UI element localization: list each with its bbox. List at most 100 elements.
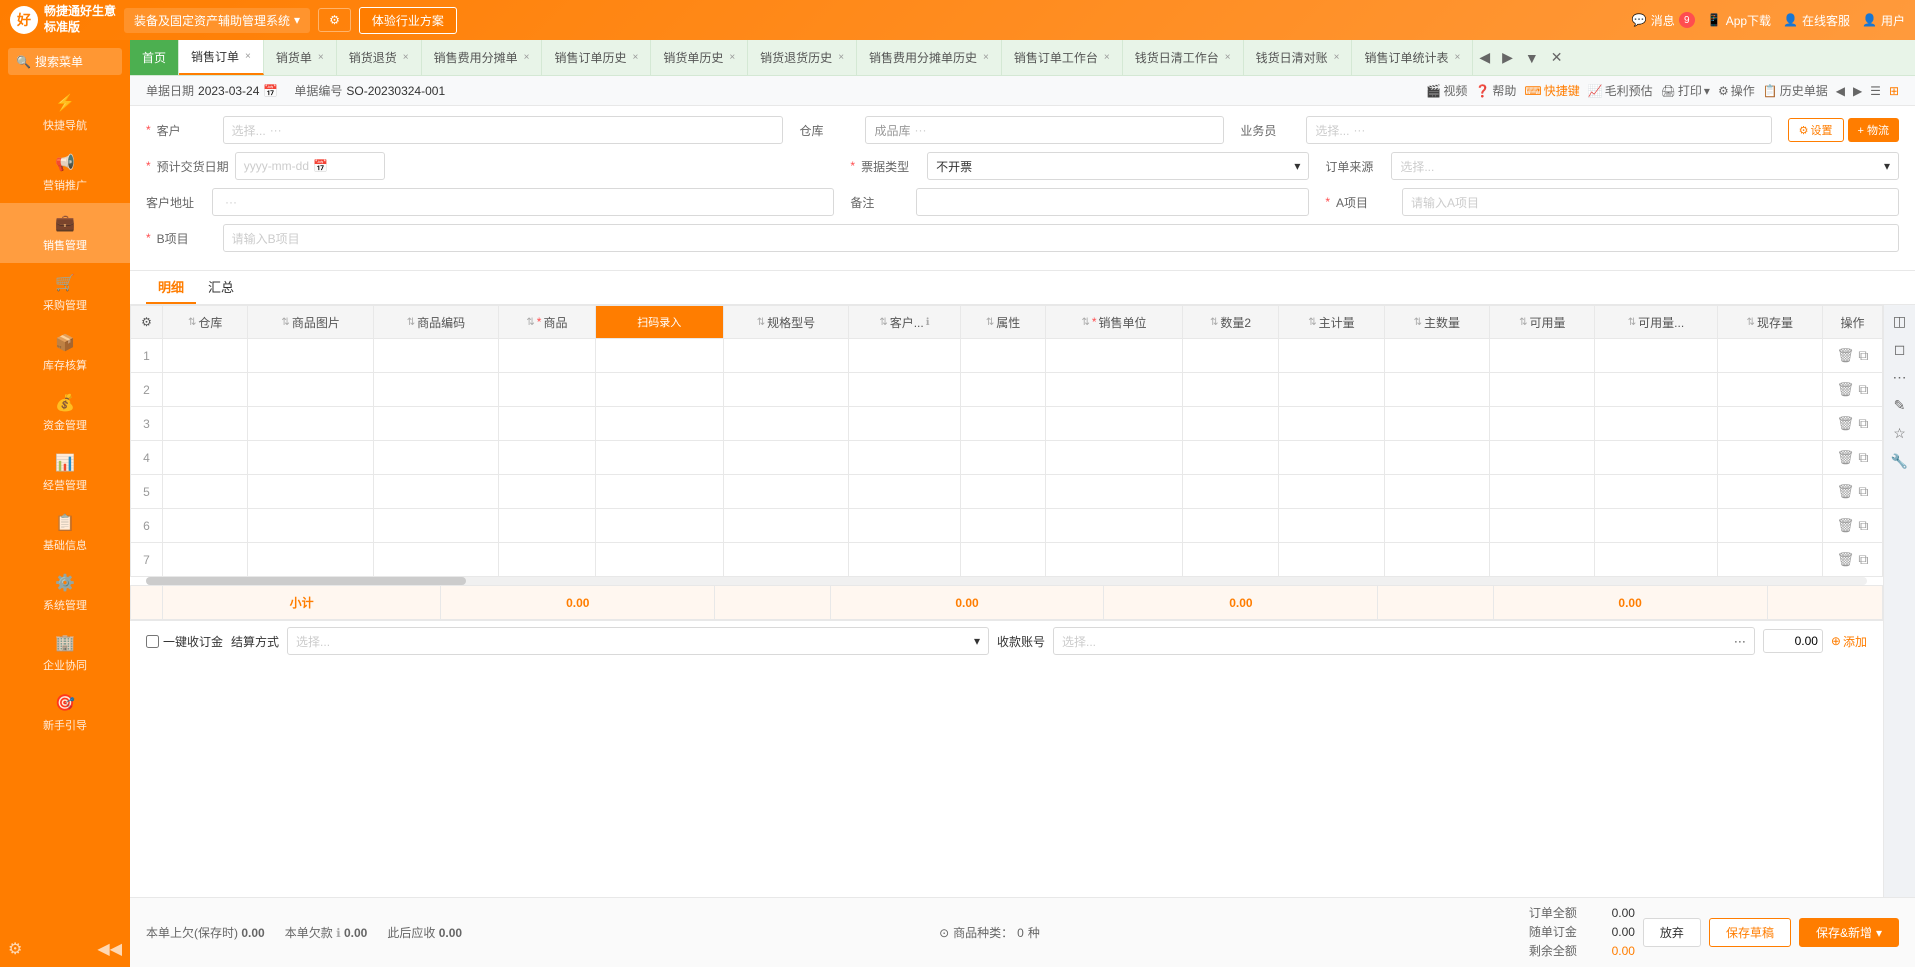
cell-main-unit[interactable] — [1279, 373, 1384, 407]
panel-icon-3[interactable]: ⋯ — [1888, 365, 1912, 389]
cell-product-image[interactable] — [248, 339, 373, 373]
tab-sales-return[interactable]: 销货单 × — [264, 40, 337, 75]
cell-main-qty[interactable] — [1384, 475, 1489, 509]
invoice-select[interactable]: 不开票 ▾ — [927, 152, 1309, 180]
panel-icon-4[interactable]: ✎ — [1888, 393, 1912, 417]
cell-spec[interactable] — [723, 475, 848, 509]
row-delete-btn[interactable]: 🗑 — [1837, 347, 1855, 364]
sidebar-item-guide[interactable]: 🎯 新手引导 — [0, 683, 130, 743]
cell-product-code[interactable] — [373, 475, 498, 509]
cell-available2[interactable] — [1595, 543, 1717, 577]
tab-detail[interactable]: 明细 — [146, 271, 196, 304]
add-payment-btn[interactable]: ⊕ 添加 — [1831, 633, 1867, 650]
tab-close-stats[interactable]: × — [1454, 52, 1460, 63]
cell-available2[interactable] — [1595, 441, 1717, 475]
message-btn[interactable]: 💬 消息 9 — [1632, 12, 1695, 29]
tab-expense-history[interactable]: 销售费用分摊单历史 × — [857, 40, 1002, 75]
cell-sales-unit[interactable] — [1046, 543, 1182, 577]
cell-main-qty[interactable] — [1384, 543, 1489, 577]
row-copy-btn[interactable]: ⧉ — [1858, 449, 1868, 466]
save-draft-btn[interactable]: 保存草稿 — [1709, 918, 1791, 947]
cell-product-image[interactable] — [248, 509, 373, 543]
tab-close-expense-history[interactable]: × — [983, 52, 989, 63]
search-menu-btn[interactable]: 🔍 搜索菜单 — [8, 48, 122, 75]
cell-warehouse[interactable] — [163, 543, 248, 577]
tab-close-return-history[interactable]: × — [729, 52, 735, 63]
cell-stock[interactable] — [1717, 475, 1823, 509]
cell-customer-code[interactable] — [849, 339, 961, 373]
customer-input[interactable]: 选择... ··· — [223, 116, 784, 144]
row-delete-btn[interactable]: 🗑 — [1837, 551, 1855, 568]
cell-customer-code[interactable] — [849, 543, 961, 577]
shortcut-btn[interactable]: ⌨ 快捷键 — [1524, 82, 1579, 99]
cell-main-qty[interactable] — [1384, 373, 1489, 407]
cell-customer-code[interactable] — [849, 475, 961, 509]
panel-icon-1[interactable]: ◫ — [1888, 309, 1912, 333]
tab-close-order-history[interactable]: × — [632, 52, 638, 63]
cell-sales-unit[interactable] — [1046, 509, 1182, 543]
tab-sales-refund[interactable]: 销货退货 × — [337, 40, 422, 75]
discard-btn[interactable]: 放弃 — [1643, 918, 1701, 947]
app-download-btn[interactable]: 📱 App下载 — [1707, 12, 1771, 29]
cell-warehouse[interactable] — [163, 509, 248, 543]
gear-icon-btn[interactable]: ⚙ — [318, 8, 351, 32]
row-delete-btn[interactable]: 🗑 — [1837, 381, 1855, 398]
cell-qty2[interactable] — [1182, 339, 1279, 373]
user-avatar[interactable]: 👤 用户 — [1862, 12, 1905, 29]
tab-close-order-workbench[interactable]: × — [1104, 52, 1110, 63]
scrollbar-area[interactable] — [146, 577, 1867, 585]
sidebar-settings-btn[interactable]: ⚙ — [8, 939, 22, 959]
row-copy-btn[interactable]: ⧉ — [1858, 347, 1868, 364]
cell-product-code[interactable] — [373, 543, 498, 577]
delivery-input[interactable]: yyyy-mm-dd 📅 — [235, 152, 385, 180]
tab-close-cash-account[interactable]: × — [1334, 52, 1340, 63]
cell-main-unit[interactable] — [1279, 339, 1384, 373]
settings-col-icon[interactable]: ⚙ — [141, 315, 152, 329]
list-view-btn[interactable]: ☰ — [1870, 84, 1881, 98]
row-copy-btn[interactable]: ⧉ — [1858, 483, 1868, 500]
tab-close-all-btn[interactable]: ✕ — [1545, 40, 1569, 75]
scan-btn[interactable]: 扫码录入 — [629, 312, 689, 332]
cell-available[interactable] — [1490, 441, 1595, 475]
cell-stock[interactable] — [1717, 441, 1823, 475]
table-container[interactable]: ⚙ ⇅仓库 ⇅商品图片 ⇅商品编码 — [130, 305, 1883, 897]
cell-main-unit[interactable] — [1279, 543, 1384, 577]
history-btn[interactable]: 📋 历史单据 — [1763, 82, 1828, 99]
row-delete-btn[interactable]: 🗑 — [1837, 517, 1855, 534]
cell-available2[interactable] — [1595, 373, 1717, 407]
operate-btn[interactable]: ⚙ 操作 — [1718, 82, 1755, 99]
panel-icon-6[interactable]: 🔧 — [1888, 449, 1912, 473]
cell-main-unit[interactable] — [1279, 441, 1384, 475]
nav-next-btn[interactable]: ▶ — [1853, 84, 1862, 98]
cell-available[interactable] — [1490, 373, 1595, 407]
cell-spec[interactable] — [723, 407, 848, 441]
row-copy-btn[interactable]: ⧉ — [1858, 551, 1868, 568]
account-select[interactable]: 选择... ··· — [1053, 627, 1755, 655]
help-btn[interactable]: ❓ 帮助 — [1475, 82, 1516, 99]
sidebar-item-finance[interactable]: 💰 资金管理 — [0, 383, 130, 443]
cell-warehouse[interactable] — [163, 475, 248, 509]
scrollbar-thumb[interactable] — [146, 577, 466, 585]
save-new-btn[interactable]: 保存&新增 ▾ — [1799, 918, 1899, 947]
amount-input[interactable] — [1763, 629, 1823, 653]
cell-customer-code[interactable] — [849, 407, 961, 441]
tab-close-sales-order[interactable]: × — [245, 51, 251, 62]
cell-product-code[interactable] — [373, 407, 498, 441]
panel-icon-5[interactable]: ☆ — [1888, 421, 1912, 445]
delivery-calendar-icon[interactable]: 📅 — [313, 159, 328, 173]
sidebar-item-sales[interactable]: 💼 销售管理 — [0, 203, 130, 263]
cell-product[interactable] — [499, 373, 596, 407]
cell-main-unit[interactable] — [1279, 509, 1384, 543]
tab-stats[interactable]: 销售订单统计表 × — [1352, 40, 1473, 75]
cell-spec[interactable] — [723, 543, 848, 577]
cell-spec[interactable] — [723, 441, 848, 475]
cell-main-unit[interactable] — [1279, 475, 1384, 509]
cell-attributes[interactable] — [960, 407, 1045, 441]
tab-expense-split[interactable]: 销售费用分摊单 × — [422, 40, 543, 75]
cell-warehouse[interactable] — [163, 373, 248, 407]
row-delete-btn[interactable]: 🗑 — [1837, 415, 1855, 432]
online-service-btn[interactable]: 👤 在线客服 — [1783, 12, 1850, 29]
cell-warehouse[interactable] — [163, 407, 248, 441]
cell-product-code[interactable] — [373, 339, 498, 373]
sidebar-item-operations[interactable]: 📊 经营管理 — [0, 443, 130, 503]
